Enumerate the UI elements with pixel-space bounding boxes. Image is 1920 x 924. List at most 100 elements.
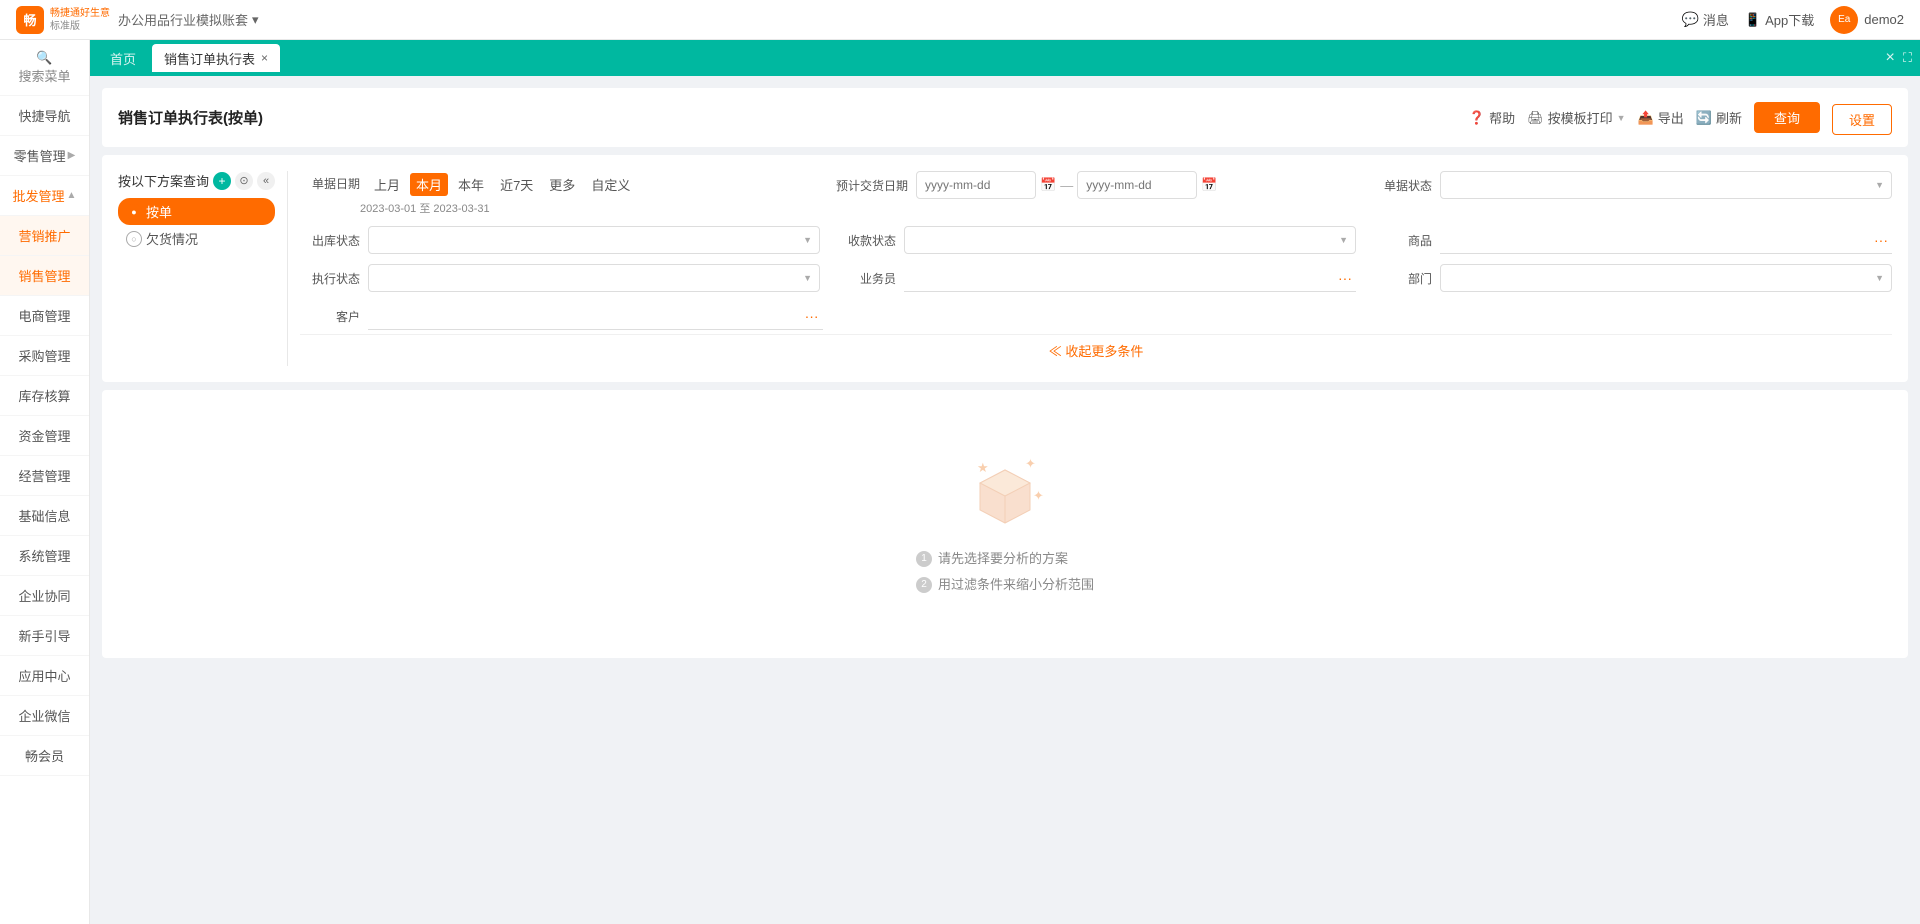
date-separator: — [1060,178,1073,193]
help-button[interactable]: ❓ 帮助 [1469,108,1515,127]
sidebar-item-member[interactable]: 畅会员 [0,736,89,776]
exec-status-label: 执行状态 [300,270,360,287]
top-bar-left: 畅 畅捷通好生意标准版 办公用品行业模拟账套 ▾ [16,6,259,34]
sidebar-item-enterprise-wechat[interactable]: 企业微信 [0,696,89,736]
salesman-picker-button[interactable]: ··· [1338,270,1352,286]
expected-date-start[interactable] [916,171,1036,199]
tab-close-icon[interactable]: × [261,51,268,65]
quick-date-last-month[interactable]: 上月 [368,173,406,196]
filter-section-label: 按以下方案查询 [118,171,209,190]
sidebar-label-system: 系统管理 [18,549,70,564]
tip-text-1: 请先选择要分析的方案 [938,546,1068,572]
filter-nav-shortage[interactable]: ○ 欠货情况 [118,225,275,252]
svg-text:✦: ✦ [1033,488,1044,503]
empty-state: ★ ✦ ✦ 1 请先选择要分析的方案 2 用过滤条件来缩小分析范围 [102,390,1908,658]
sidebar-item-wholesale[interactable]: 批发管理 ▲ [0,176,89,216]
print-arrow: ▼ [1617,113,1626,123]
sidebar-item-purchase[interactable]: 采购管理 [0,336,89,376]
print-button[interactable]: 🖨 按模板打印 ▼ [1527,108,1625,127]
out-status-select[interactable] [368,226,820,254]
sidebar-label-ecommerce: 电商管理 [18,309,70,324]
user-profile-button[interactable]: Ea demo2 [1830,6,1904,34]
query-button[interactable]: 查询 [1754,102,1820,133]
sidebar-item-quick-nav[interactable]: 快捷导航 [0,96,89,136]
exec-status-group: 执行状态 [300,264,820,292]
window-close-button[interactable]: × [1886,49,1895,67]
sidebar-item-app-center[interactable]: 应用中心 [0,656,89,696]
export-label: 导出 [1658,108,1684,127]
sidebar-item-system[interactable]: 系统管理 [0,536,89,576]
sidebar-item-sales[interactable]: 销售管理 [0,256,89,296]
expected-date-end[interactable] [1077,171,1197,199]
sidebar-item-ecommerce[interactable]: 电商管理 [0,296,89,336]
quick-date-more[interactable]: 更多 [543,173,581,196]
sidebar-label-marketing: 营销推广 [18,229,70,244]
empty-tip-2: 2 用过滤条件来缩小分析范围 [916,572,1094,598]
top-bar-right: 💬 消息 📱 App下载 Ea demo2 [1681,6,1904,34]
tip-text-2: 用过滤条件来缩小分析范围 [938,572,1094,598]
goods-picker-button[interactable]: ··· [1874,232,1888,248]
sidebar-item-operations[interactable]: 经营管理 [0,456,89,496]
filter-add-button[interactable]: + [213,172,231,190]
logo-abbr: 畅 [23,10,36,29]
sidebar-label-retail: 零售管理 [14,146,66,165]
quick-date-last-7days[interactable]: 近7天 [494,173,539,196]
filter-row-dates: 单据日期 上月 本月 本年 近7天 更多 自定义 [300,171,1892,216]
tab-sales-order[interactable]: 销售订单执行表 × [152,44,280,72]
salesman-label: 业务员 [836,270,896,287]
quick-date-this-year[interactable]: 本年 [452,173,490,196]
settings-button[interactable]: 设置 [1832,104,1892,135]
app-download-button[interactable]: 📱 App下载 [1745,10,1814,29]
cal-icon-start[interactable]: 📅 [1040,177,1056,193]
sidebar-item-newbie[interactable]: 新手引导 [0,616,89,656]
refresh-label: 刷新 [1716,108,1742,127]
sidebar-label-basic-info: 基础信息 [18,509,70,524]
quick-date-this-month[interactable]: 本月 [410,173,448,196]
empty-icon: ★ ✦ ✦ [965,450,1045,530]
sidebar-item-basic-info[interactable]: 基础信息 [0,496,89,536]
sidebar-item-inventory[interactable]: 库存核算 [0,376,89,416]
sidebar-item-marketing[interactable]: 营销推广 [0,216,89,256]
refresh-button[interactable]: 🔄 刷新 [1696,108,1742,127]
sidebar-item-search-menu[interactable]: 🔍 搜索菜单 [0,40,89,96]
quick-date-custom[interactable]: 自定义 [585,173,636,196]
sidebar-label-wholesale: 批发管理 [13,186,65,205]
collect-status-select-wrap [904,226,1356,254]
tabs-right-controls: × ⛶ [1886,49,1912,67]
logo-text: 畅捷通好生意标准版 [50,7,110,33]
doc-status-select-wrap [1440,171,1892,199]
sidebar-item-finance[interactable]: 资金管理 [0,416,89,456]
sidebar-item-retail[interactable]: 零售管理 ▶ [0,136,89,176]
main-layout: 🔍 搜索菜单 快捷导航 零售管理 ▶ 批发管理 ▲ 营销推广 销售管理 电商管理… [0,40,1920,924]
out-status-label: 出库状态 [300,232,360,249]
message-button[interactable]: 💬 消息 [1681,10,1728,29]
sidebar-label-app-center: 应用中心 [18,669,70,684]
sidebar-label-enterprise: 企业协同 [18,589,70,604]
tab-home[interactable]: 首页 [98,44,148,72]
window-maximize-button[interactable]: ⛶ [1903,50,1912,66]
filter-nav-by-order[interactable]: ● 按单 [118,198,275,225]
dept-group: 部门 [1372,264,1892,292]
filter-collapse-button[interactable]: « [257,172,275,190]
cal-icon-end[interactable]: 📅 [1201,177,1217,193]
collect-status-label: 收款状态 [836,232,896,249]
filter-layout: 按以下方案查询 + ⊙ « ● 按单 ○ 欠货情况 [118,171,1892,366]
collect-status-select[interactable] [904,226,1356,254]
nav-shortage-icon: ○ [126,231,142,247]
sidebar-label-operations: 经营管理 [18,469,70,484]
exec-status-select[interactable] [368,264,820,292]
collapse-conditions-button[interactable]: ≪ 收起更多条件 [300,334,1892,366]
avatar: Ea [1830,6,1858,34]
message-label: 消息 [1703,10,1729,29]
dept-select[interactable] [1440,264,1892,292]
doc-status-group: 单据状态 [1372,171,1892,199]
export-icon: 📤 [1638,110,1654,126]
export-button[interactable]: 📤 导出 [1638,108,1684,127]
date-range-text: 2023-03-01 至 2023-03-31 [360,200,490,216]
sidebar-item-enterprise[interactable]: 企业协同 [0,576,89,616]
empty-tips: 1 请先选择要分析的方案 2 用过滤条件来缩小分析范围 [916,546,1094,598]
customer-picker-button[interactable]: ··· [805,308,819,324]
breadcrumb-arrow[interactable]: ▾ [252,12,259,28]
doc-status-select[interactable] [1440,171,1892,199]
filter-edit-button[interactable]: ⊙ [235,172,253,190]
